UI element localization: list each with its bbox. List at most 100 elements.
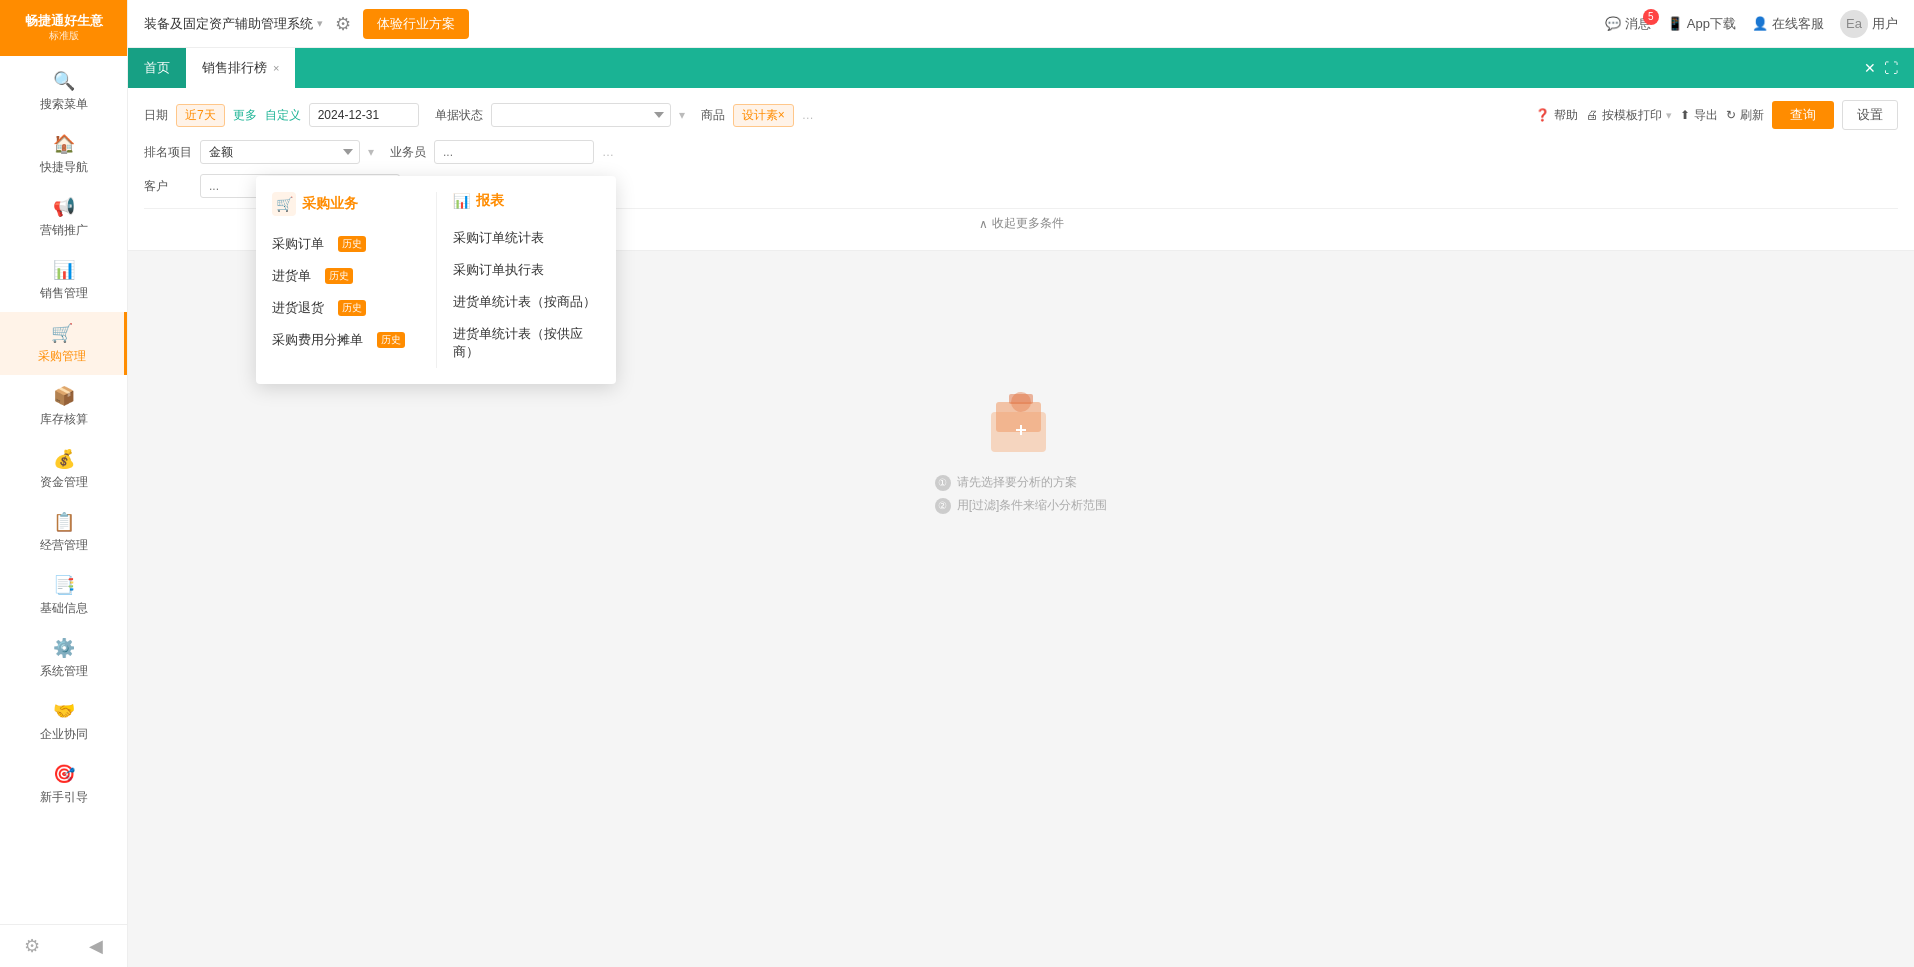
purchase-business-col: 🛒 采购业务 采购订单 历史 进货单 历史 进货退货 历史 采购费用分摊单: [272, 192, 420, 368]
purchase-goods-receipt-item[interactable]: 进货单 历史: [272, 260, 420, 292]
topbar: 装备及固定资产辅助管理系统 ▾ ⚙ 体验行业方案 💬 消息 5 📱 App下载 …: [128, 0, 1914, 48]
purchase-col-title: 🛒 采购业务: [272, 192, 420, 216]
rank-filter-group: 排名项目 金额 ▾: [144, 140, 374, 164]
purchase-return-label: 进货退货: [272, 299, 324, 317]
topbar-settings-icon[interactable]: ⚙: [335, 13, 351, 35]
goods-more-icon[interactable]: …: [802, 108, 814, 122]
status-filter-group: 单据状态 ▾: [435, 103, 685, 127]
basic-info-icon: 📑: [53, 574, 75, 596]
purchase-order-label: 采购订单: [272, 235, 324, 253]
user-profile-button[interactable]: Ea 用户: [1840, 10, 1898, 38]
salesperson-input[interactable]: [434, 140, 594, 164]
collapse-up-icon: ∧: [979, 217, 988, 231]
message-icon: 💬: [1605, 16, 1621, 31]
export-button[interactable]: ⬆ 导出: [1680, 107, 1718, 124]
service-icon: 👤: [1752, 16, 1768, 31]
report-col: 📊 报表 采购订单统计表 采购订单执行表 进货单统计表（按商品） 进货单统计表（…: [453, 192, 601, 368]
content-area: 日期 近7天 更多 自定义 单据状态 ▾ 商品 设计素×: [128, 88, 1914, 967]
toolbar-actions: ❓ 帮助 🖨 按模板打印 ▾ ⬆ 导出 ↻ 刷新: [1535, 100, 1898, 130]
purchase-order-stats-item[interactable]: 采购订单统计表: [453, 222, 601, 254]
message-badge: 5: [1643, 9, 1659, 25]
marketing-icon: 📢: [53, 196, 75, 218]
customer-label: 客户: [144, 178, 168, 195]
sidebar-item-marketing[interactable]: 📢 营销推广: [0, 186, 127, 249]
topbar-right: 💬 消息 5 📱 App下载 👤 在线客服 Ea 用户: [1605, 10, 1898, 38]
online-service-label: 在线客服: [1772, 15, 1824, 33]
goods-receipt-stats-by-supplier-item[interactable]: 进货单统计表（按供应商）: [453, 318, 601, 368]
system-title-dropdown[interactable]: 装备及固定资产辅助管理系统 ▾: [144, 15, 323, 33]
sidebar-item-operations[interactable]: 📋 经营管理: [0, 501, 127, 564]
tab-close-icon[interactable]: ×: [273, 62, 279, 74]
rank-label: 排名项目: [144, 144, 192, 161]
tab-sales-ranking[interactable]: 销售排行榜 ×: [186, 48, 295, 88]
sidebar-collapse-button[interactable]: ◀: [89, 935, 103, 957]
sidebar-nav: 🔍 搜索菜单 🏠 快捷导航 📢 营销推广 📊 销售管理 🛒 采购管理 📦 库存核…: [0, 56, 127, 924]
sidebar-item-search[interactable]: 🔍 搜索菜单: [0, 60, 127, 123]
sidebar: 畅捷通好生意 标准版 🔍 搜索菜单 🏠 快捷导航 📢 营销推广 📊 销售管理 🛒…: [0, 0, 128, 967]
system-icon: ⚙️: [53, 637, 75, 659]
rank-select[interactable]: 金额: [200, 140, 360, 164]
goods-tag[interactable]: 设计素×: [733, 104, 794, 127]
date-preset-7days[interactable]: 近7天: [176, 104, 225, 127]
sidebar-item-finance[interactable]: 💰 资金管理: [0, 438, 127, 501]
goods-receipt-stats-by-goods-item[interactable]: 进货单统计表（按商品）: [453, 286, 601, 318]
fullscreen-icon[interactable]: ⛶: [1884, 60, 1898, 76]
date-input[interactable]: [309, 103, 419, 127]
sidebar-item-system[interactable]: ⚙️ 系统管理: [0, 627, 127, 690]
status-label: 单据状态: [435, 107, 483, 124]
salesperson-more-icon[interactable]: …: [602, 145, 614, 159]
purchase-cost-item[interactable]: 采购费用分摊单 历史: [272, 324, 420, 356]
industry-solution-button[interactable]: 体验行业方案: [363, 9, 469, 39]
purchase-order-exec-item[interactable]: 采购订单执行表: [453, 254, 601, 286]
sidebar-item-inventory[interactable]: 📦 库存核算: [0, 375, 127, 438]
purchase-return-item[interactable]: 进货退货 历史: [272, 292, 420, 324]
settings-button[interactable]: 设置: [1842, 100, 1898, 130]
sidebar-item-enterprise[interactable]: 🤝 企业协同: [0, 690, 127, 753]
status-select[interactable]: [491, 103, 671, 127]
purchase-order-history-badge: 历史: [338, 236, 366, 252]
purchase-title-icon: 🛒: [272, 192, 296, 216]
chevron-down-icon: ▾: [317, 17, 323, 30]
sidebar-item-purchase[interactable]: 🛒 采购管理: [0, 312, 127, 375]
goods-receipt-history-badge: 历史: [325, 268, 353, 284]
report-title-icon: 📊: [453, 193, 470, 209]
date-label: 日期: [144, 107, 168, 124]
status-more-icon[interactable]: ▾: [679, 108, 685, 122]
sidebar-item-basic-info[interactable]: 📑 基础信息: [0, 564, 127, 627]
main-area: 装备及固定资产辅助管理系统 ▾ ⚙ 体验行业方案 💬 消息 5 📱 App下载 …: [128, 0, 1914, 967]
sidebar-item-sales[interactable]: 📊 销售管理: [0, 249, 127, 312]
date-more[interactable]: 更多: [233, 107, 257, 124]
finance-icon: 💰: [53, 448, 75, 470]
sidebar-item-guide[interactable]: 🎯 新手引导: [0, 753, 127, 816]
goods-label: 商品: [701, 107, 725, 124]
close-all-icon[interactable]: ✕: [1864, 60, 1876, 76]
avatar-text: Ea: [1846, 16, 1862, 31]
salesperson-filter-group: 业务员 …: [390, 140, 614, 164]
tab-home[interactable]: 首页: [128, 48, 186, 88]
goods-filter-group: 商品 设计素× …: [701, 104, 814, 127]
message-button[interactable]: 💬 消息 5: [1605, 15, 1651, 33]
purchase-cost-history-badge: 历史: [377, 332, 405, 348]
guide-icon: 🎯: [53, 763, 75, 785]
date-custom[interactable]: 自定义: [265, 107, 301, 124]
home-icon: 🏠: [53, 133, 75, 155]
query-button[interactable]: 查询: [1772, 101, 1834, 129]
purchase-order-item[interactable]: 采购订单 历史: [272, 228, 420, 260]
refresh-icon: ↻: [1726, 108, 1736, 122]
purchase-dropdown-menu: 🛒 采购业务 采购订单 历史 进货单 历史 进货退货 历史 采购费用分摊单: [256, 176, 616, 384]
sidebar-settings-button[interactable]: ⚙: [24, 935, 40, 957]
online-service-button[interactable]: 👤 在线客服: [1752, 15, 1824, 33]
refresh-button[interactable]: ↻ 刷新: [1726, 107, 1764, 124]
dropdown-divider: [436, 192, 437, 368]
tab-sales-ranking-label: 销售排行榜: [202, 59, 267, 77]
sidebar-item-quick-nav[interactable]: 🏠 快捷导航: [0, 123, 127, 186]
export-icon: ⬆: [1680, 108, 1690, 122]
rank-chevron-icon: ▾: [368, 145, 374, 159]
sidebar-bottom: ⚙ ◀: [0, 924, 127, 967]
print-button[interactable]: 🖨 按模板打印 ▾: [1586, 107, 1672, 124]
app-download-button[interactable]: 📱 App下载: [1667, 15, 1736, 33]
app-name: 畅捷通好生意: [25, 13, 103, 30]
date-filter-group: 日期 近7天 更多 自定义: [144, 103, 419, 127]
help-button[interactable]: ❓ 帮助: [1535, 107, 1578, 124]
app-logo: 畅捷通好生意 标准版: [0, 0, 127, 56]
